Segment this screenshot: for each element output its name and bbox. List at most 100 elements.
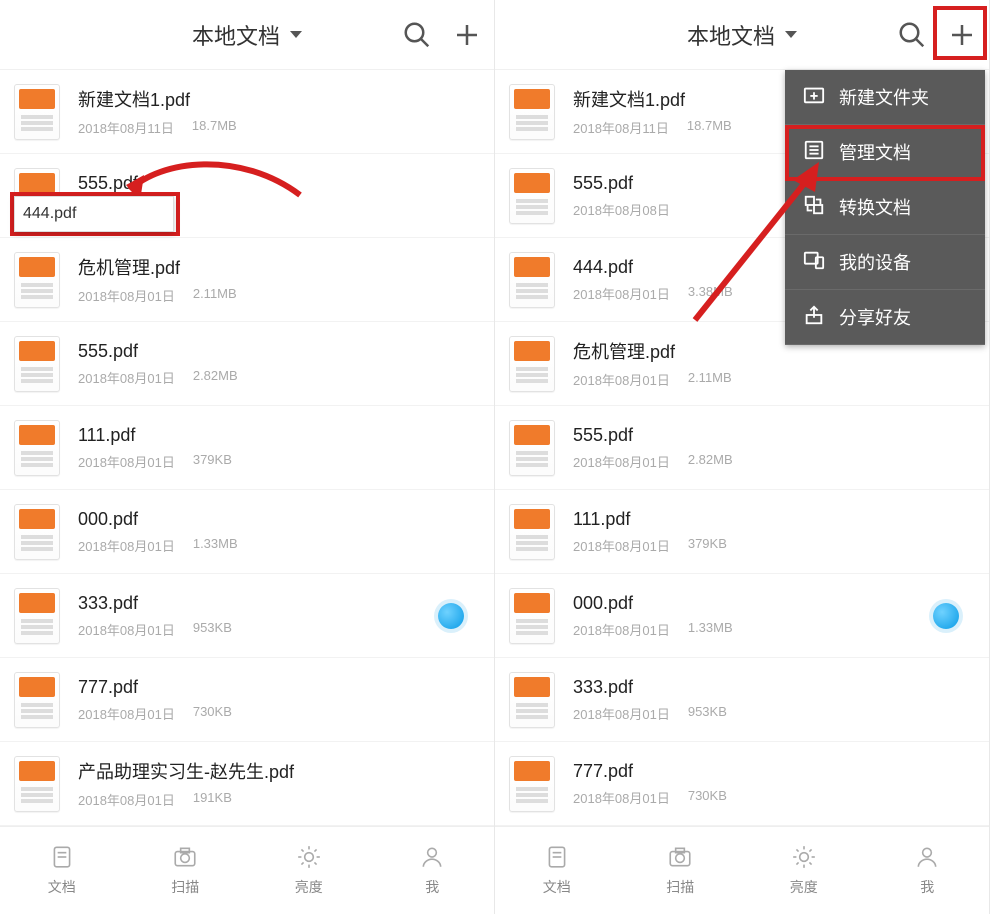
file-name: 333.pdf <box>78 593 480 614</box>
file-row[interactable]: 555.pdf2018年08月01日2.82MB <box>0 322 494 406</box>
file-date: 2018年08月01日 <box>573 620 670 639</box>
file-info: 555.pdf 2018年08月01日2.82MB <box>573 425 975 471</box>
file-row[interactable]: 777.pdf 2018年08月01日 730KB <box>0 658 494 742</box>
file-meta: 2018年08月01日2.82MB <box>573 452 975 471</box>
devices-icon <box>803 249 825 276</box>
tab-doc[interactable]: 文档 <box>495 827 619 914</box>
file-size: 379KB <box>193 452 232 471</box>
title-dropdown[interactable]: 本地文档 <box>687 19 797 51</box>
file-row[interactable]: 555.pdf 2018年08月01日2.82MB <box>495 406 989 490</box>
file-info: 555.pdf2018年08月01日2.82MB <box>78 341 480 387</box>
search-icon[interactable] <box>402 20 432 50</box>
pdf-file-icon <box>509 672 555 728</box>
add-icon[interactable] <box>947 20 977 50</box>
file-info: 111.pdf 2018年08月01日379KB <box>78 425 480 471</box>
drag-preview: 444.pdf <box>14 196 174 232</box>
file-name: 777.pdf <box>573 761 975 782</box>
doc-icon <box>49 844 75 873</box>
file-row[interactable]: 333.pdf2018年08月01日953KB <box>495 658 989 742</box>
tab-person[interactable]: 我 <box>866 827 990 914</box>
file-row[interactable]: 777.pdf 2018年08月01日 730KB <box>495 742 989 826</box>
folder-plus-icon <box>803 84 825 111</box>
menu-item-folder-plus[interactable]: 新建文件夹 <box>785 70 985 125</box>
file-meta: 2018年08月01日191KB <box>78 790 480 809</box>
title-dropdown[interactable]: 本地文档 <box>192 19 302 51</box>
menu-item-label: 管理文档 <box>839 139 911 165</box>
file-row[interactable]: 产品助理实习生-赵先生.pdf 2018年08月01日191KB <box>0 742 494 826</box>
menu-item-label: 转换文档 <box>839 194 911 220</box>
file-info: 333.pdf 2018年08月01日953KB <box>78 593 480 639</box>
add-menu: 新建文件夹管理文档转换文档我的设备分享好友 <box>785 70 985 345</box>
file-size: 730KB <box>688 788 727 807</box>
search-icon[interactable] <box>897 20 927 50</box>
file-name: 777.pdf <box>78 677 480 698</box>
file-row[interactable]: 111.pdf 2018年08月01日379KB <box>495 490 989 574</box>
file-meta: 2018年08月01日 730KB <box>78 704 480 723</box>
file-size: 1.33MB <box>688 620 733 639</box>
file-meta: 2018年08月01日2.11MB <box>78 286 480 305</box>
tab-sun[interactable]: 亮度 <box>247 827 371 914</box>
file-info: 危机管理.pdf2018年08月01日2.11MB <box>573 338 975 389</box>
file-date: 2018年08月08日 <box>573 200 670 219</box>
tab-label: 扫描 <box>666 877 694 897</box>
file-date: 2018年08月01日 <box>573 704 670 723</box>
file-name: 111.pdf <box>78 425 480 446</box>
file-date: 2018年08月01日 <box>78 368 175 387</box>
tab-camera[interactable]: 扫描 <box>619 827 743 914</box>
convert-icon <box>803 194 825 221</box>
tab-camera[interactable]: 扫描 <box>124 827 248 914</box>
file-date: 2018年08月01日 <box>78 620 175 639</box>
file-info: 产品助理实习生-赵先生.pdf 2018年08月01日191KB <box>78 758 480 809</box>
file-list[interactable]: 新建文档1.pdf2018年08月11日18.7MB 555.pdf2018年08… <box>0 70 494 826</box>
file-meta: 2018年08月01日379KB <box>78 452 480 471</box>
file-name: 000.pdf <box>78 509 480 530</box>
file-date: 2018年08月01日 <box>573 788 670 807</box>
file-meta: 2018年08月11日18.7MB <box>78 118 480 137</box>
file-date: 2018年08月01日 <box>573 370 670 389</box>
file-name: 111.pdf <box>573 509 975 530</box>
add-icon[interactable] <box>452 20 482 50</box>
file-size: 2.11MB <box>688 370 732 389</box>
tab-label: 亮度 <box>790 877 818 897</box>
file-row[interactable]: 333.pdf 2018年08月01日953KB <box>0 574 494 658</box>
file-name: 产品助理实习生-赵先生.pdf <box>78 758 480 784</box>
file-row[interactable]: 危机管理.pdf 2018年08月01日2.11MB <box>0 238 494 322</box>
header-title: 本地文档 <box>687 19 775 51</box>
file-row[interactable]: 新建文档1.pdf2018年08月11日18.7MB <box>0 70 494 154</box>
file-meta: 2018年08月01日379KB <box>573 536 975 555</box>
sun-icon <box>296 844 322 873</box>
file-size: 730KB <box>193 704 232 723</box>
file-name: 555.pdf <box>573 425 975 446</box>
menu-item-share[interactable]: 分享好友 <box>785 290 985 345</box>
file-row[interactable]: 000.pdf 2018年08月01日1.33MB <box>0 490 494 574</box>
status-dot-icon <box>933 603 959 629</box>
tab-sun[interactable]: 亮度 <box>742 827 866 914</box>
camera-icon <box>667 844 693 873</box>
file-meta: 2018年08月01日953KB <box>78 620 480 639</box>
pdf-file-icon <box>14 756 60 812</box>
file-date: 2018年08月11日 <box>573 118 669 137</box>
person-icon <box>914 844 940 873</box>
file-size: 18.7MB <box>687 118 732 137</box>
pdf-file-icon <box>14 252 60 308</box>
doc-icon <box>544 844 570 873</box>
menu-item-convert[interactable]: 转换文档 <box>785 180 985 235</box>
file-meta: 2018年08月01日2.82MB <box>78 368 480 387</box>
share-icon <box>803 304 825 331</box>
tab-label: 扫描 <box>171 877 199 897</box>
tab-label: 文档 <box>48 877 76 897</box>
tab-doc[interactable]: 文档 <box>0 827 124 914</box>
person-icon <box>419 844 445 873</box>
file-meta: 2018年08月01日1.33MB <box>78 536 480 555</box>
file-meta: 2018年08月01日 2.11MB <box>573 370 975 389</box>
file-row[interactable]: 000.pdf 2018年08月01日 1.33MB <box>495 574 989 658</box>
file-row[interactable]: 111.pdf 2018年08月01日379KB <box>0 406 494 490</box>
file-date: 2018年08月01日 <box>78 704 175 723</box>
file-size: 191KB <box>193 790 232 809</box>
file-name: 000.pdf <box>573 593 975 614</box>
file-name: 危机管理.pdf <box>78 254 480 280</box>
tab-person[interactable]: 我 <box>371 827 495 914</box>
file-date: 2018年08月11日 <box>78 118 174 137</box>
menu-item-list[interactable]: 管理文档 <box>785 125 985 180</box>
menu-item-devices[interactable]: 我的设备 <box>785 235 985 290</box>
